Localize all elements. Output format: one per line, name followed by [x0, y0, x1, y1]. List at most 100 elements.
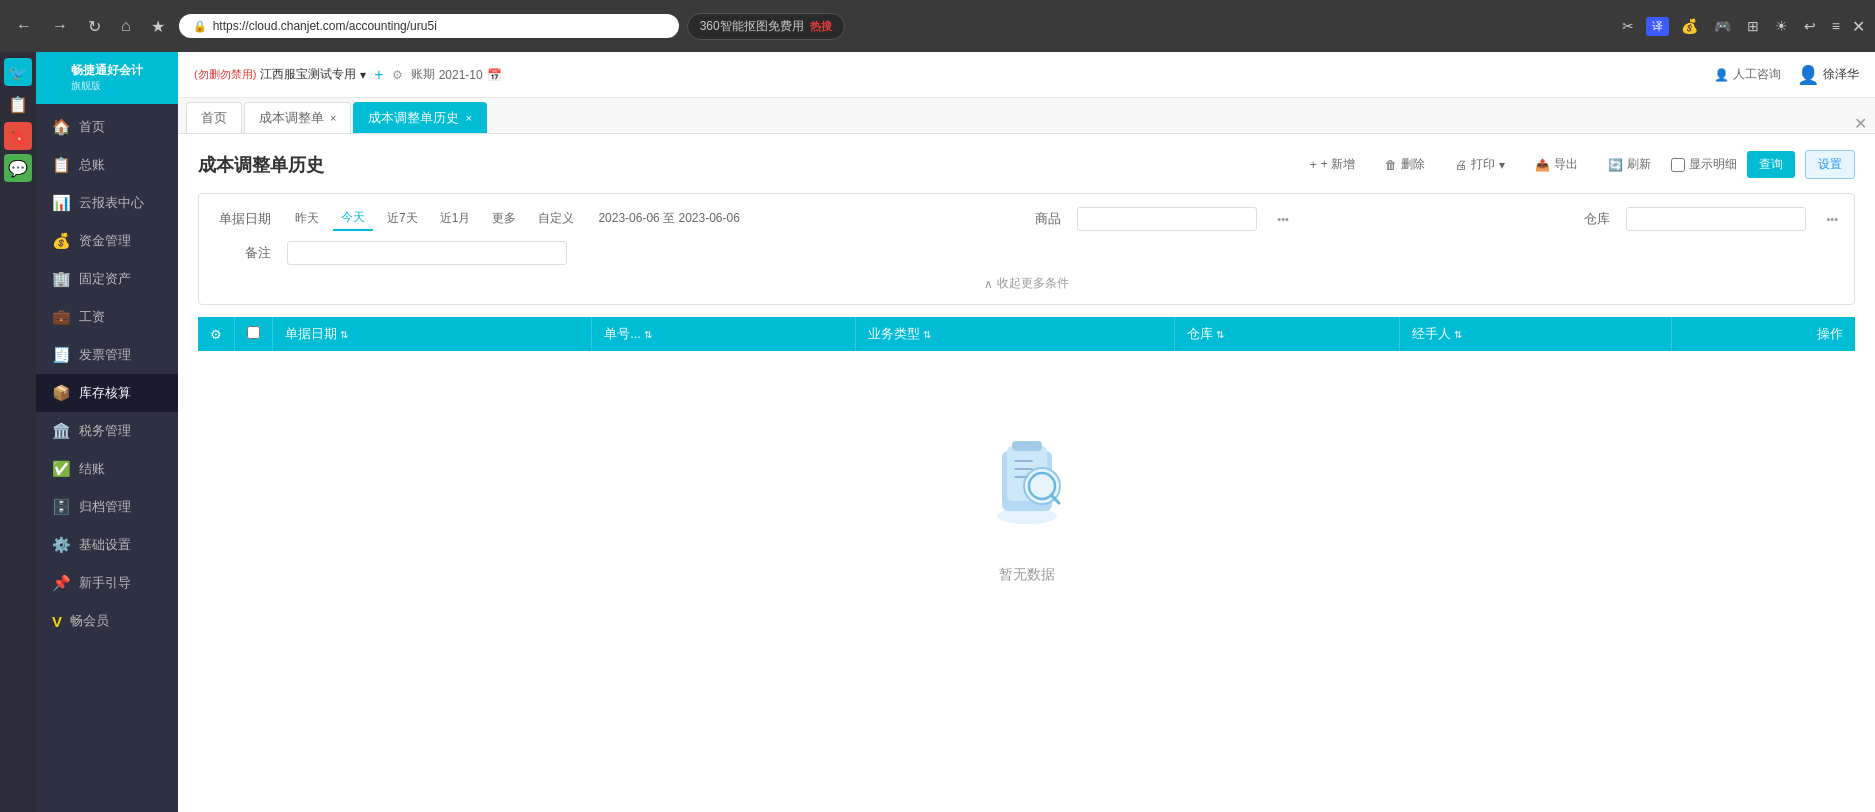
inventory-icon: 📦: [52, 384, 71, 402]
number-sort-icon: ⇅: [644, 329, 652, 340]
sidebar-item-closing[interactable]: ✅ 结账: [36, 450, 178, 488]
back-button[interactable]: ←: [10, 13, 38, 39]
col-number[interactable]: 单号... ⇅: [592, 317, 856, 351]
col-check[interactable]: [235, 317, 273, 351]
query-btn[interactable]: 查询: [1747, 151, 1795, 178]
col-actions-label: 操作: [1817, 326, 1843, 341]
warehouse-more-icon[interactable]: •••: [1826, 213, 1838, 225]
delete-btn[interactable]: 🗑 删除: [1375, 151, 1435, 178]
sidebar-item-invoice[interactable]: 🧾 发票管理: [36, 336, 178, 374]
sidebar-label-settings: 基础设置: [79, 536, 131, 554]
scissors-icon[interactable]: ✂: [1618, 14, 1638, 38]
sidebar-item-guide[interactable]: 📌 新手引导: [36, 564, 178, 602]
translate-icon[interactable]: 译: [1646, 17, 1669, 36]
sidebar-item-salary[interactable]: 💼 工资: [36, 298, 178, 336]
warehouse-input[interactable]: [1626, 207, 1806, 231]
note-input[interactable]: [287, 241, 567, 265]
help-btn[interactable]: 👤 人工咨询: [1714, 66, 1781, 83]
col-person[interactable]: 经手人 ⇅: [1400, 317, 1672, 351]
col-settings[interactable]: ⚙: [198, 317, 235, 351]
more-btn[interactable]: 更多: [484, 207, 524, 230]
tab-home-label: 首页: [201, 109, 227, 127]
forward-button[interactable]: →: [46, 13, 74, 39]
brightness-icon[interactable]: ☀: [1771, 14, 1792, 38]
company-name: 江西服宝测试专用: [260, 66, 356, 83]
print-btn[interactable]: 🖨 打印 ▾: [1445, 151, 1515, 178]
sidebar-item-settings[interactable]: ⚙️ 基础设置: [36, 526, 178, 564]
closing-icon: ✅: [52, 460, 71, 478]
close-all-tabs-btn[interactable]: ✕: [1854, 114, 1867, 133]
address-bar[interactable]: 🔒 https://cloud.chanjet.com/accounting/u…: [179, 14, 679, 38]
goods-input[interactable]: [1077, 207, 1257, 231]
add-company-btn[interactable]: +: [374, 66, 383, 84]
funds-icon: 💰: [52, 232, 71, 250]
filter-row-1: 单据日期 昨天 今天 近7天 近1月: [215, 206, 1838, 231]
company-settings-icon[interactable]: ⚙: [392, 68, 403, 82]
home-icon: 🏠: [52, 118, 71, 136]
tab-cost-adjust[interactable]: 成本调整单 ×: [244, 102, 351, 133]
sidebar-label-invoice: 发票管理: [79, 346, 131, 364]
month-btn[interactable]: 近1月: [432, 207, 479, 230]
settings-btn[interactable]: 设置: [1805, 150, 1855, 179]
sidebar-item-ledger[interactable]: 📋 总账: [36, 146, 178, 184]
close-window-btn[interactable]: ✕: [1852, 17, 1865, 36]
period-info: 账期 2021-10 📅: [411, 66, 502, 83]
user-info[interactable]: 👤 徐泽华: [1797, 64, 1859, 86]
col-date[interactable]: 单据日期 ⇅: [273, 317, 592, 351]
home-button[interactable]: ⌂: [115, 13, 137, 39]
help-icon: 👤: [1714, 68, 1729, 82]
sidebar-item-inventory[interactable]: 📦 库存核算: [36, 374, 178, 412]
tab-home[interactable]: 首页: [186, 102, 242, 133]
refresh-button[interactable]: ↻: [82, 13, 107, 40]
rail-icon-1[interactable]: 🐦: [4, 58, 32, 86]
browser-chrome: ← → ↻ ⌂ ★ 🔒 https://cloud.chanjet.com/ac…: [0, 0, 1875, 52]
col-person-label: 经手人: [1412, 325, 1451, 343]
sidebar-item-home[interactable]: 🏠 首页: [36, 108, 178, 146]
export-label: 导出: [1554, 156, 1578, 173]
grid-icon[interactable]: ⊞: [1743, 14, 1763, 38]
query-label: 查询: [1759, 157, 1783, 171]
tab-cost-adjust-close[interactable]: ×: [330, 112, 336, 124]
star-button[interactable]: ★: [145, 13, 171, 40]
custom-btn[interactable]: 自定义: [530, 207, 582, 230]
delete-label: 删除: [1401, 156, 1425, 173]
menu-icon[interactable]: ≡: [1828, 14, 1844, 38]
today-btn[interactable]: 今天: [333, 206, 373, 231]
export-btn[interactable]: 📤 导出: [1525, 151, 1588, 178]
undo-icon[interactable]: ↩: [1800, 14, 1820, 38]
week-btn[interactable]: 近7天: [379, 207, 426, 230]
hot-label: 热搜: [810, 19, 832, 34]
company-dropdown-icon: ▾: [360, 68, 366, 82]
reports-icon: 📊: [52, 194, 71, 212]
sidebar-item-reports[interactable]: 📊 云报表中心: [36, 184, 178, 222]
filter-row-2: 备注: [215, 241, 1838, 265]
col-type[interactable]: 业务类型 ⇅: [856, 317, 1175, 351]
collapse-btn[interactable]: ∧ 收起更多条件: [984, 275, 1069, 292]
rail-icon-2[interactable]: 📋: [4, 90, 32, 118]
sidebar-item-archive[interactable]: 🗄️ 归档管理: [36, 488, 178, 526]
yesterday-btn[interactable]: 昨天: [287, 207, 327, 230]
sidebar-item-tax[interactable]: 🏛️ 税务管理: [36, 412, 178, 450]
company-selector[interactable]: (勿删勿禁用) 江西服宝测试专用 ▾: [194, 66, 366, 83]
rail-icon-3[interactable]: 🔖: [4, 122, 32, 150]
help-label: 人工咨询: [1733, 66, 1781, 83]
sidebar-item-member[interactable]: V 畅会员: [36, 602, 178, 640]
header-actions: + + 新增 🗑 删除 🖨 打印 ▾ 📤 导出: [1300, 150, 1855, 179]
sidebar-logo: 畅捷通好会计 旗舰版: [36, 52, 178, 104]
calendar-icon[interactable]: 📅: [487, 68, 502, 82]
game-icon[interactable]: 🎮: [1710, 14, 1735, 38]
rail-icon-4[interactable]: 💬: [4, 154, 32, 182]
goods-more-icon[interactable]: •••: [1277, 213, 1289, 225]
select-all-checkbox[interactable]: [247, 326, 260, 339]
tab-cost-adjust-history[interactable]: 成本调整单历史 ×: [353, 102, 486, 133]
show-detail-checkbox[interactable]: [1671, 158, 1685, 172]
wallet-icon[interactable]: 💰: [1677, 14, 1702, 38]
refresh-btn[interactable]: 🔄 刷新: [1598, 151, 1661, 178]
new-btn[interactable]: + + 新增: [1300, 151, 1365, 178]
tab-cost-adjust-history-close[interactable]: ×: [465, 112, 471, 124]
sidebar-item-fixed[interactable]: 🏢 固定资产: [36, 260, 178, 298]
sidebar-item-funds[interactable]: 💰 资金管理: [36, 222, 178, 260]
browser-search-box[interactable]: 360智能抠图免费用 热搜: [687, 13, 845, 40]
col-warehouse[interactable]: 仓库 ⇅: [1175, 317, 1400, 351]
empty-state: 暂无数据: [198, 351, 1855, 664]
